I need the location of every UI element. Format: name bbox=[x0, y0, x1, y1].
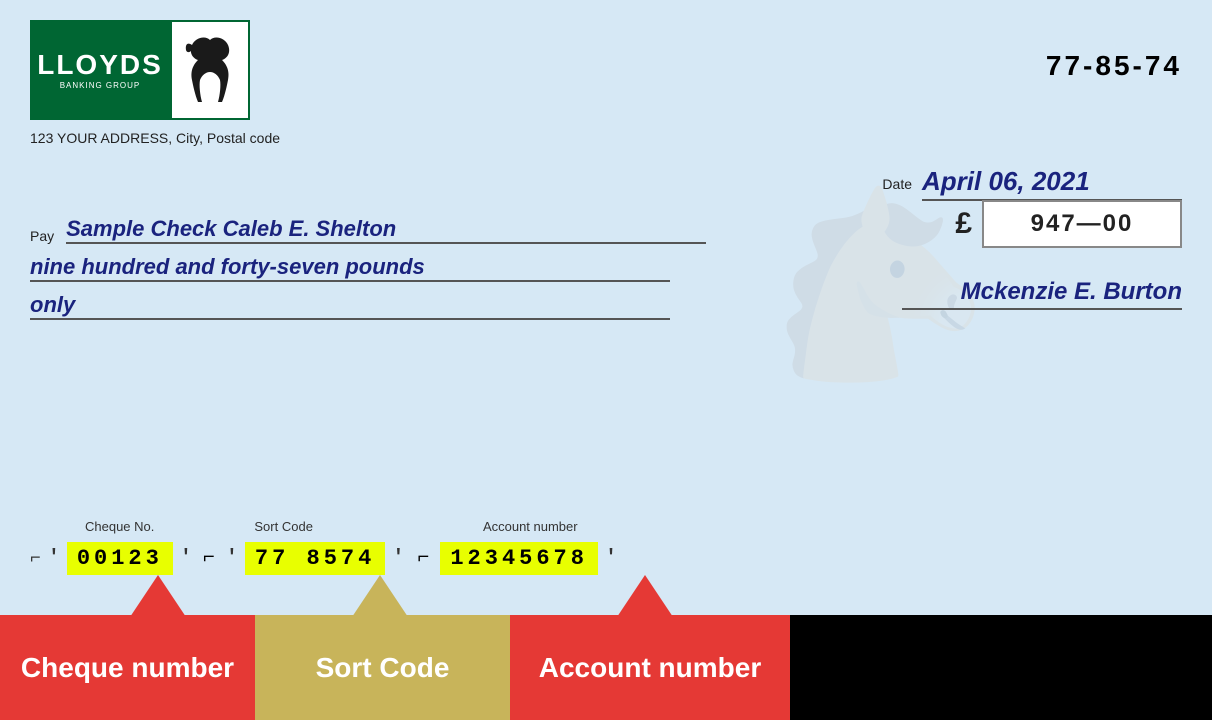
cheque-number-micr: 00123 bbox=[67, 542, 173, 575]
bottom-cheque-label: Cheque number bbox=[21, 652, 234, 684]
account-number-micr: 12345678 bbox=[440, 542, 598, 575]
micr-open-bracket-1: ⌐ bbox=[30, 549, 41, 569]
sort-code-label: Sort Code bbox=[254, 519, 313, 534]
micr-spacer-1: ⌐ bbox=[203, 547, 215, 570]
cheque-arrow bbox=[128, 575, 188, 620]
bottom-account-label-box: Account number bbox=[510, 615, 790, 720]
bottom-sort-label-box: Sort Code bbox=[255, 615, 510, 720]
micr-bar-3: ' bbox=[226, 547, 238, 570]
micr-labels: Cheque No. Sort Code Account number bbox=[30, 519, 1182, 534]
amount-words-line1: nine hundred and forty-seven pounds bbox=[30, 254, 670, 282]
sort-code-arrow bbox=[350, 575, 410, 620]
amount-box-row: £ 947—00 bbox=[955, 200, 1182, 248]
account-arrow bbox=[615, 575, 675, 620]
logo-green-section: LLOYDS BANKING GROUP bbox=[30, 20, 170, 120]
micr-section: Cheque No. Sort Code Account number ⌐ ' … bbox=[30, 519, 1182, 575]
logo-banking-text: BANKING GROUP bbox=[60, 81, 141, 90]
bottom-section: Cheque number Sort Code Account number bbox=[0, 615, 1212, 720]
pound-sign: £ bbox=[955, 207, 972, 241]
logo-lloyds-text: LLOYDS bbox=[37, 51, 163, 79]
micr-bar-4: ' bbox=[392, 547, 404, 570]
sort-code-display: 77-85-74 bbox=[1046, 50, 1182, 82]
right-panel: £ 947—00 Mckenzie E. Burton bbox=[902, 200, 1182, 310]
signature: Mckenzie E. Burton bbox=[902, 278, 1182, 310]
bottom-labels-row: Cheque number Sort Code Account number bbox=[0, 615, 1212, 720]
micr-spacer-2: ⌐ bbox=[417, 547, 429, 570]
address-line: 123 YOUR ADDRESS, City, Postal code bbox=[30, 130, 1182, 146]
micr-bar-1: ' bbox=[48, 547, 60, 570]
micr-bar-2: ' bbox=[180, 547, 192, 570]
bottom-sort-label: Sort Code bbox=[316, 652, 450, 684]
lloyds-logo: LLOYDS BANKING GROUP bbox=[30, 20, 250, 120]
micr-numbers-row: ⌐ ' 00123 ' ⌐ ' 77 8574 ' ⌐ 12345678 ' bbox=[30, 542, 1182, 575]
micr-bar-5: ' bbox=[605, 547, 617, 570]
pay-label: Pay bbox=[30, 228, 54, 244]
bottom-cheque-label-box: Cheque number bbox=[0, 615, 255, 720]
sort-code-micr: 77 8574 bbox=[245, 542, 385, 575]
date-label: Date bbox=[882, 176, 912, 192]
cheque-no-label: Cheque No. bbox=[85, 519, 154, 534]
bottom-account-label: Account number bbox=[539, 652, 761, 684]
amount-words-line2: only bbox=[30, 292, 670, 320]
date-value: April 06, 2021 bbox=[922, 166, 1182, 201]
horse-icon bbox=[180, 30, 240, 110]
account-label: Account number bbox=[483, 519, 578, 534]
payee-name: Sample Check Caleb E. Shelton bbox=[66, 216, 706, 244]
cheque-body: 🐴 LLOYDS BANKING GROUP 77-85-74 123 YOUR… bbox=[0, 0, 1212, 615]
amount-box: 947—00 bbox=[982, 200, 1182, 248]
date-row: Date April 06, 2021 bbox=[30, 166, 1182, 201]
cheque-header: LLOYDS BANKING GROUP 77-85-74 bbox=[30, 20, 1182, 120]
logo-white-section bbox=[170, 20, 250, 120]
